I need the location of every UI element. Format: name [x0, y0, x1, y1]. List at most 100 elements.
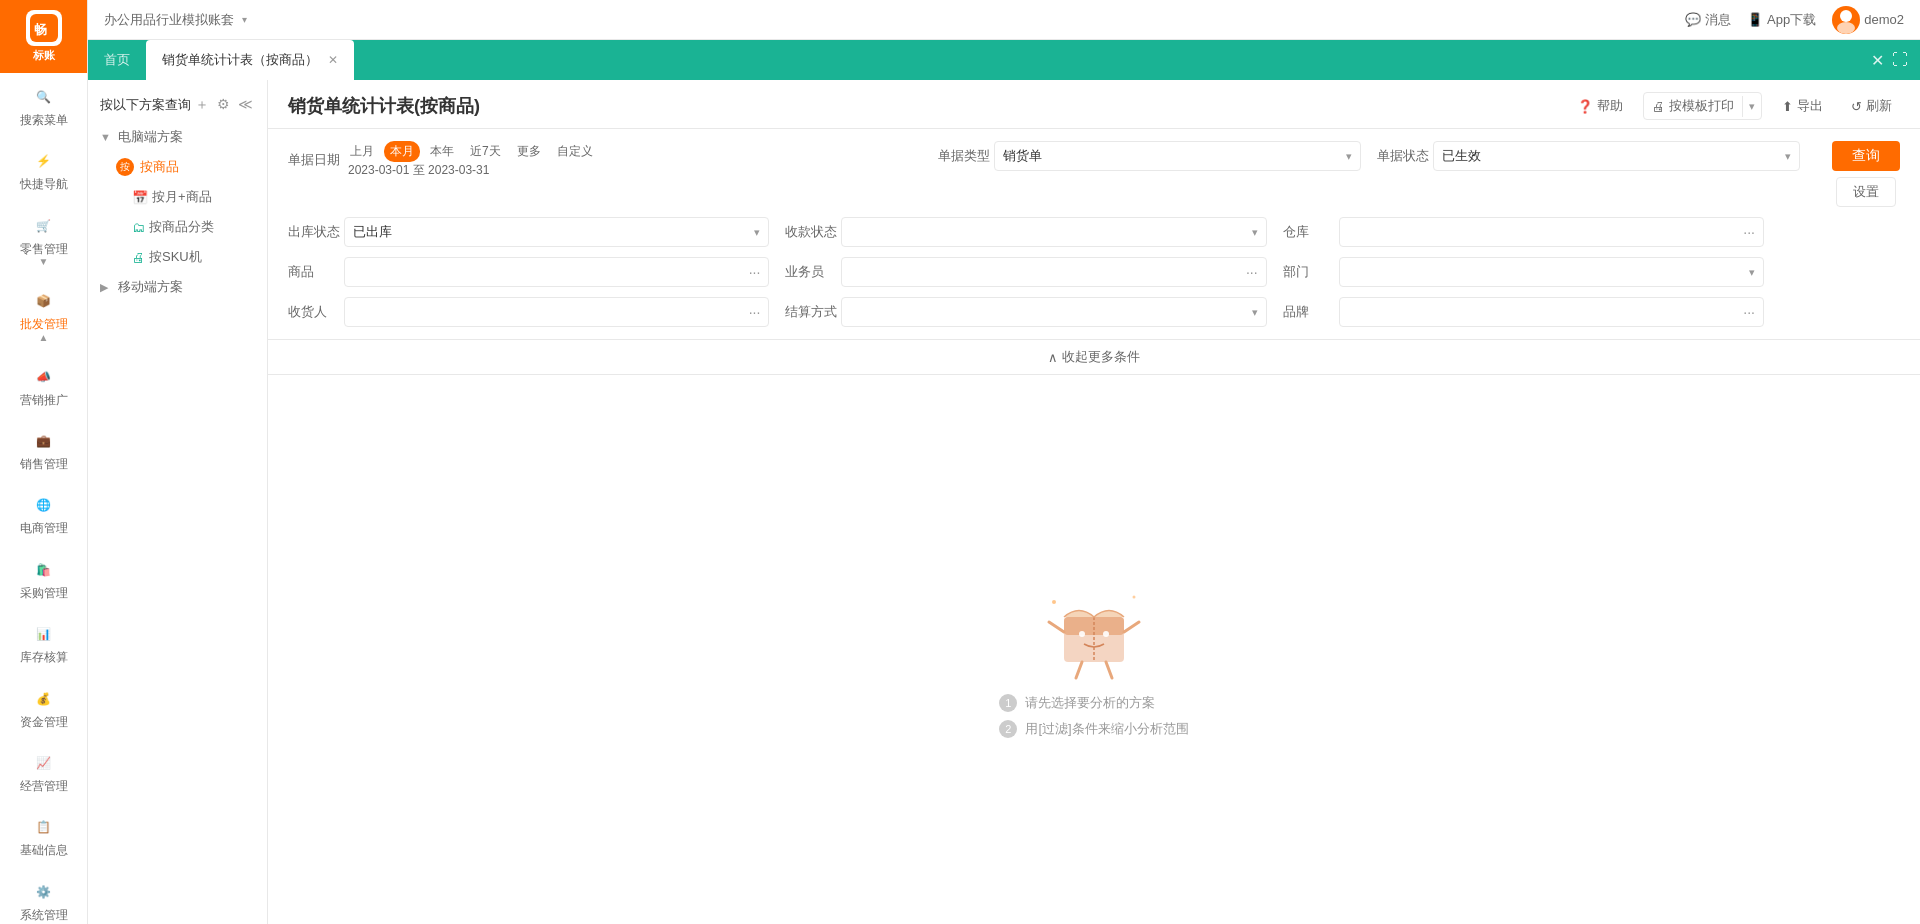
payment-status-filter: 收款状态 ▾: [785, 217, 1266, 247]
brand-dots-icon[interactable]: ···: [1743, 304, 1755, 320]
export-icon: ⬆: [1782, 99, 1793, 114]
settings-scheme-icon[interactable]: ⚙: [215, 94, 232, 116]
tab-close-icon[interactable]: ✕: [328, 53, 338, 67]
settlement-arrow-icon: ▾: [1252, 306, 1258, 319]
product-control[interactable]: ···: [344, 257, 769, 287]
sales-icon: 💼: [30, 427, 58, 455]
sidebar-item-search[interactable]: 🔍 搜索菜单: [0, 73, 87, 137]
tab-close-all-icon[interactable]: ✕: [1871, 51, 1884, 70]
page-header: 销货单统计计表(按商品) ❓ 帮助 🖨 按模板打印 ▾ ⬆: [268, 80, 1920, 129]
tab-sales-stat[interactable]: 销货单统计计表（按商品） ✕: [146, 40, 354, 80]
sidebar-item-label: 快捷导航: [20, 177, 68, 191]
tree-item-by-month-product[interactable]: 📅 按月+商品: [88, 182, 267, 212]
main-area: 办公用品行业模拟账套 ▾ 💬 消息 📱 App下载 demo2 首页: [88, 0, 1920, 924]
sidebar-item-label: 库存核算: [20, 650, 68, 664]
sidebar-item-inventory[interactable]: 📊 库存核算: [0, 610, 87, 674]
receiver-control[interactable]: ···: [344, 297, 769, 327]
help-button[interactable]: ❓ 帮助: [1569, 93, 1631, 119]
collapse-panel-icon[interactable]: ≪: [236, 94, 255, 116]
sidebar-item-label: 批发管理: [20, 317, 68, 331]
sidebar-item-ecom[interactable]: 🌐 电商管理: [0, 481, 87, 545]
doc-type-control[interactable]: 销货单 ▾: [994, 141, 1361, 171]
app-download-button[interactable]: 📱 App下载: [1747, 11, 1816, 29]
sidebar-item-finance[interactable]: 💰 资金管理: [0, 675, 87, 739]
date-this-year-btn[interactable]: 本年: [424, 141, 460, 162]
collapse-row[interactable]: ∧ 收起更多条件: [268, 340, 1920, 375]
date-more-btn[interactable]: 更多: [511, 141, 547, 162]
svg-point-2: [1840, 10, 1852, 22]
sidebar-item-marketing[interactable]: 📣 营销推广: [0, 353, 87, 417]
salesperson-label: 业务员: [785, 263, 841, 281]
refresh-icon: ↺: [1851, 99, 1862, 114]
salesperson-dots-icon[interactable]: ···: [1246, 264, 1258, 280]
sidebar-item-operation[interactable]: 📈 经营管理: [0, 739, 87, 803]
tab-home[interactable]: 首页: [88, 40, 146, 80]
add-scheme-icon[interactable]: ＋: [193, 94, 211, 116]
empty-illustration: [1034, 562, 1154, 682]
sidebar-item-sales[interactable]: 💼 销售管理: [0, 417, 87, 481]
query-button[interactable]: 查询: [1832, 141, 1900, 171]
date-buttons: 上月 本月 本年 近7天 更多 自定义: [344, 141, 922, 162]
date-last-month-btn[interactable]: 上月: [344, 141, 380, 162]
print-button[interactable]: 🖨 按模板打印: [1644, 93, 1742, 119]
receiver-filter: 收货人 ···: [288, 297, 769, 327]
svg-text:畅: 畅: [34, 22, 47, 37]
receiver-dots-icon[interactable]: ···: [749, 304, 761, 320]
date-7days-btn[interactable]: 近7天: [464, 141, 507, 162]
content-area: 按以下方案查询 ＋ ⚙ ≪ ▼ 电脑端方案 按 按商品 📅 按月+商品: [88, 80, 1920, 924]
date-this-month-btn[interactable]: 本月: [384, 141, 420, 162]
settlement-control[interactable]: ▾: [841, 297, 1266, 327]
doc-status-control[interactable]: 已生效 ▾: [1433, 141, 1800, 171]
doc-type-value: 销货单: [1003, 147, 1342, 165]
tree-item-desktop[interactable]: ▼ 电脑端方案: [88, 122, 267, 152]
tree-item-mobile[interactable]: ▶ 移动端方案: [88, 272, 267, 302]
empty-text-list: 1 请先选择要分析的方案 2 用[过滤]条件来缩小分析范围: [999, 694, 1188, 738]
sidebar-item-wholesale[interactable]: 📦 批发管理 ▲: [0, 277, 87, 352]
warehouse-control[interactable]: ···: [1339, 217, 1764, 247]
message-label: 消息: [1705, 11, 1731, 29]
sidebar-item-quick-nav[interactable]: ⚡ 快捷导航: [0, 137, 87, 201]
logo-area: 畅 标账: [0, 0, 87, 73]
purchase-icon: 🛍️: [30, 556, 58, 584]
sidebar-item-label: 采购管理: [20, 586, 68, 600]
calendar-icon: 📅: [132, 190, 148, 205]
inventory-icon: 📊: [30, 620, 58, 648]
date-custom-btn[interactable]: 自定义: [551, 141, 599, 162]
settings-button[interactable]: 设置: [1836, 177, 1896, 207]
message-icon: 💬: [1685, 12, 1701, 27]
sidebar-item-purchase[interactable]: 🛍️ 采购管理: [0, 546, 87, 610]
sidebar-item-basic[interactable]: 📋 基础信息: [0, 803, 87, 867]
page-title: 销货单统计计表(按商品): [288, 94, 480, 118]
dept-control[interactable]: ▾: [1339, 257, 1764, 287]
industry-dropdown-icon[interactable]: ▾: [242, 14, 247, 25]
product-dots-icon[interactable]: ···: [749, 264, 761, 280]
salesperson-control[interactable]: ···: [841, 257, 1266, 287]
brand-control[interactable]: ···: [1339, 297, 1764, 327]
sidebar-item-label: 电商管理: [20, 521, 68, 535]
warehouse-status-control[interactable]: 已出库 ▾: [344, 217, 769, 247]
tree-item-by-product[interactable]: 按 按商品: [88, 152, 267, 182]
print-dropdown-arrow[interactable]: ▾: [1742, 96, 1761, 117]
sidebar-item-retail[interactable]: 🛒 零售管理 ▼: [0, 202, 87, 277]
refresh-button[interactable]: ↺ 刷新: [1843, 93, 1900, 119]
tab-expand-icon[interactable]: ⛶: [1892, 51, 1908, 69]
tree-item-by-product-category[interactable]: 🗂 按商品分类: [88, 212, 267, 242]
svg-line-9: [1049, 622, 1064, 632]
user-menu[interactable]: demo2: [1832, 6, 1904, 34]
sidebar-item-label: 经营管理: [20, 779, 68, 793]
warehouse-filter: 仓库 ···: [1283, 217, 1764, 247]
sidebar-item-label: 基础信息: [20, 843, 68, 857]
sales-stat-tab-label: 销货单统计计表（按商品）: [162, 51, 318, 69]
wholesale-icon: 📦: [30, 287, 58, 315]
export-button[interactable]: ⬆ 导出: [1774, 93, 1831, 119]
tree-item-label: 按商品分类: [149, 218, 214, 236]
warehouse-dots-icon[interactable]: ···: [1743, 224, 1755, 240]
query-btn-group: 查询 设置: [1816, 141, 1900, 207]
payment-status-control[interactable]: ▾: [841, 217, 1266, 247]
tree-item-label: 按商品: [140, 158, 179, 176]
tree-item-by-sku[interactable]: 🖨 按SKU机: [88, 242, 267, 272]
svg-point-7: [1079, 631, 1085, 637]
sidebar-item-system[interactable]: ⚙️ 系统管理: [0, 868, 87, 924]
message-button[interactable]: 💬 消息: [1685, 11, 1731, 29]
date-range-display: 2023-03-01 至 2023-03-31: [348, 162, 922, 179]
